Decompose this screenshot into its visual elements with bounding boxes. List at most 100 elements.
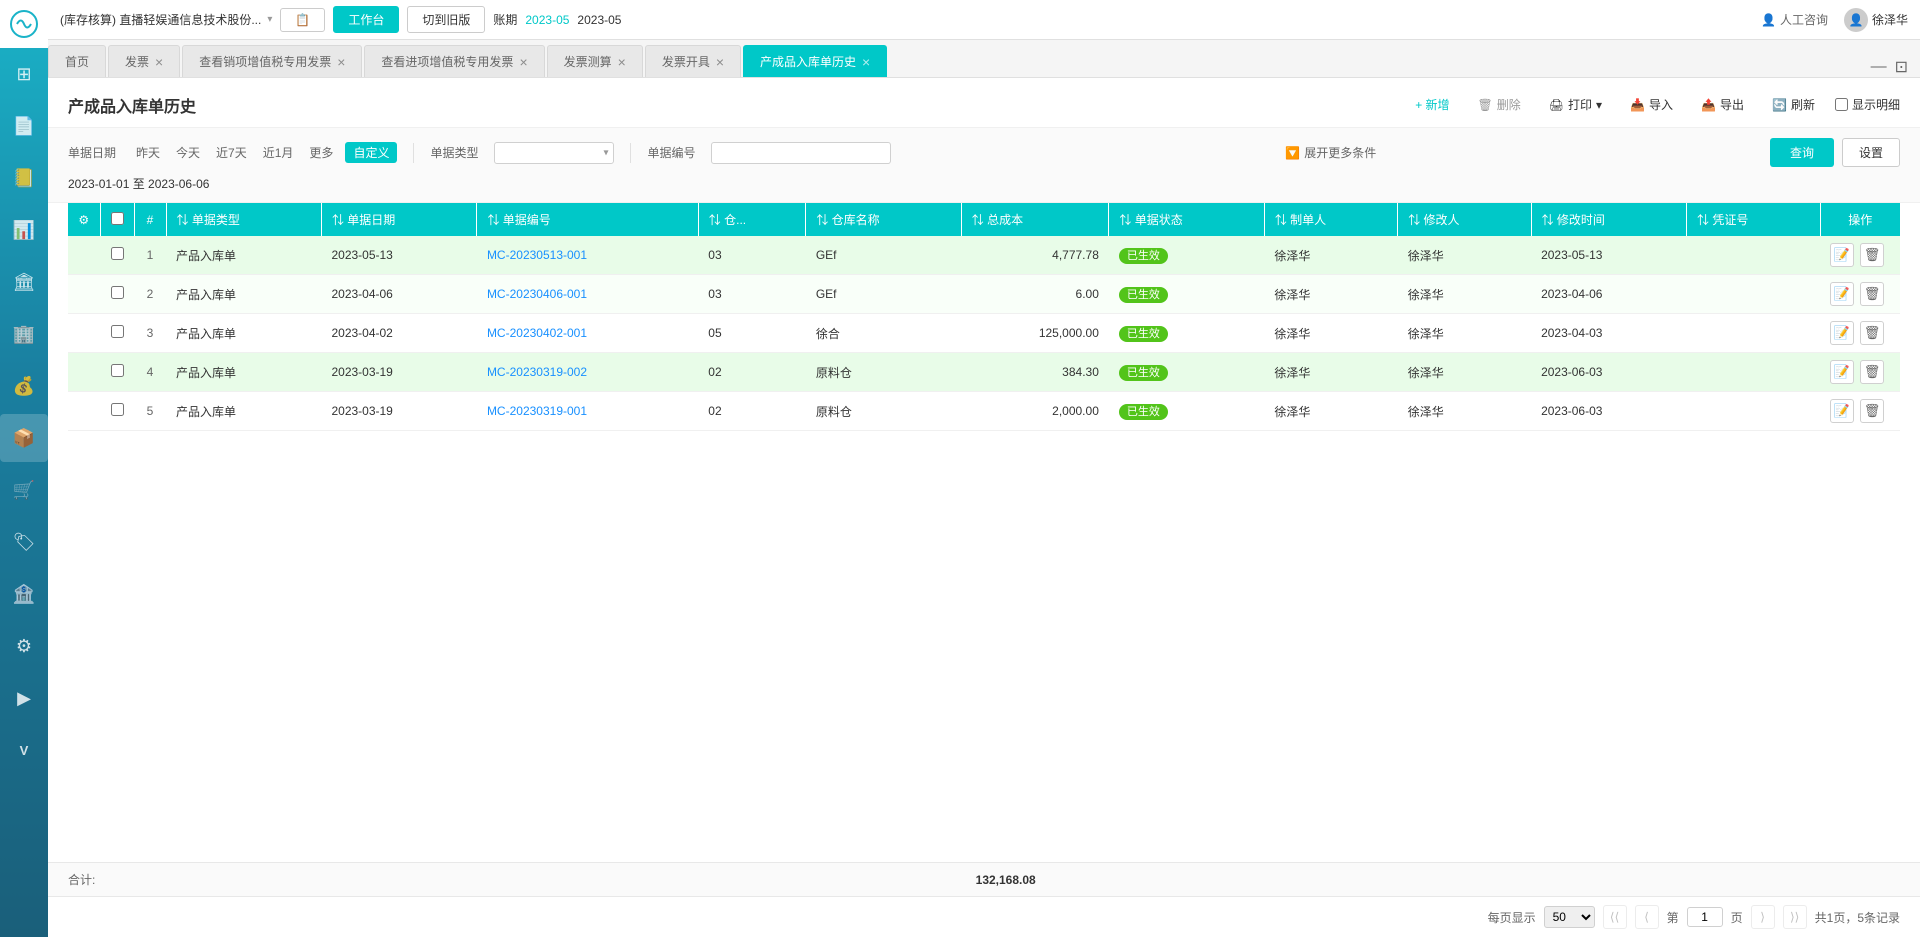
page-number-input[interactable] <box>1687 907 1723 927</box>
tab-calc-close[interactable]: × <box>618 55 626 69</box>
row-num-link-5[interactable]: MC-20230319-001 <box>487 404 587 418</box>
row-num-5[interactable]: MC-20230319-001 <box>477 392 698 431</box>
sidebar-item-chart[interactable]: 📊 <box>0 206 48 254</box>
shortcut-yesterday[interactable]: 昨天 <box>132 142 164 163</box>
tab-open[interactable]: 发票开具 × <box>645 45 741 77</box>
row-delete-btn-2[interactable]: 🗑 <box>1860 282 1884 306</box>
row-delete-btn-3[interactable]: 🗑 <box>1860 321 1884 345</box>
shortcut-1month[interactable]: 近1月 <box>259 142 298 163</box>
window-minimize-btn[interactable]: — <box>1871 58 1887 76</box>
tab-invoice[interactable]: 发票 × <box>108 45 180 77</box>
row-edit-btn-1[interactable]: 📝 <box>1830 243 1854 267</box>
tab-check-sales-close[interactable]: × <box>337 55 345 69</box>
col-voucher[interactable]: ⇅ 凭证号 <box>1687 203 1820 236</box>
row-num-1[interactable]: MC-20230513-001 <box>477 236 698 275</box>
tab-open-close[interactable]: × <box>716 55 724 69</box>
tab-history[interactable]: 产成品入库单历史 × <box>743 45 887 77</box>
col-settings[interactable]: ⚙ <box>68 203 100 236</box>
pager-last-btn[interactable]: ⟩⟩ <box>1783 905 1807 929</box>
pager-prev-btn[interactable]: ⟨ <box>1635 905 1659 929</box>
sidebar-item-home[interactable]: ⊞ <box>0 50 48 98</box>
row-checkbox-cell[interactable] <box>100 353 134 392</box>
sidebar-item-inventory[interactable]: 📦 <box>0 414 48 462</box>
show-details-checkbox[interactable] <box>1835 98 1848 111</box>
workspace-btn[interactable]: 工作台 <box>333 6 399 33</box>
row-num-link-4[interactable]: MC-20230319-002 <box>487 365 587 379</box>
tab-check-purchase[interactable]: 查看进项增值税专用发票 × <box>364 45 544 77</box>
tab-check-purchase-close[interactable]: × <box>519 55 527 69</box>
tab-home[interactable]: 首页 <box>48 45 106 77</box>
switch-btn[interactable]: 切到旧版 <box>407 6 485 33</box>
col-type[interactable]: ⇅ 单据类型 <box>166 203 321 236</box>
row-checkbox-cell[interactable] <box>100 236 134 275</box>
sidebar-item-purchase[interactable]: 🛒 <box>0 466 48 514</box>
sidebar-item-sale[interactable]: 🏷 <box>0 518 48 566</box>
row-delete-btn-1[interactable]: 🗑 <box>1860 243 1884 267</box>
col-date[interactable]: ⇅ 单据日期 <box>321 203 476 236</box>
shortcut-custom[interactable]: 自定义 <box>345 142 397 163</box>
row-edit-btn-2[interactable]: 📝 <box>1830 282 1854 306</box>
shortcut-more[interactable]: 更多 <box>305 142 337 163</box>
page-size-select[interactable]: 50 100 200 <box>1544 906 1595 928</box>
row-edit-btn-3[interactable]: 📝 <box>1830 321 1854 345</box>
sidebar-item-doc[interactable]: 📄 <box>0 102 48 150</box>
row-num-link-3[interactable]: MC-20230402-001 <box>487 326 587 340</box>
col-warehouse-code[interactable]: ⇅ 仓... <box>698 203 806 236</box>
sidebar-item-video[interactable]: ▶ <box>0 674 48 722</box>
export-btn[interactable]: 📤 导出 <box>1693 92 1752 117</box>
shortcut-today[interactable]: 今天 <box>172 142 204 163</box>
row-checkbox-5[interactable] <box>111 403 124 416</box>
row-edit-btn-5[interactable]: 📝 <box>1830 399 1854 423</box>
row-num-link-2[interactable]: MC-20230406-001 <box>487 287 587 301</box>
row-edit-btn-4[interactable]: 📝 <box>1830 360 1854 384</box>
period-value-text[interactable]: 2023-05 <box>577 13 621 27</box>
window-maximize-btn[interactable]: ⊡ <box>1895 57 1908 77</box>
service-btn[interactable]: 👤 人工咨询 <box>1761 11 1828 28</box>
row-delete-btn-5[interactable]: 🗑 <box>1860 399 1884 423</box>
row-num-2[interactable]: MC-20230406-001 <box>477 275 698 314</box>
row-checkbox-3[interactable] <box>111 325 124 338</box>
col-num[interactable]: ⇅ 单据编号 <box>477 203 698 236</box>
col-warehouse-name[interactable]: ⇅ 仓库名称 <box>806 203 961 236</box>
row-num-3[interactable]: MC-20230402-001 <box>477 314 698 353</box>
sidebar-item-assets[interactable]: 🏢 <box>0 310 48 358</box>
sidebar-item-bank[interactable]: 🏦 <box>0 570 48 618</box>
tab-invoice-close[interactable]: × <box>155 55 163 69</box>
sidebar-item-payroll[interactable]: 💰 <box>0 362 48 410</box>
row-num-link-1[interactable]: MC-20230513-001 <box>487 248 587 262</box>
row-checkbox-cell[interactable] <box>100 275 134 314</box>
sidebar-item-version[interactable]: V <box>0 726 48 774</box>
select-all-checkbox[interactable] <box>111 212 124 225</box>
pager-next-btn[interactable]: ⟩ <box>1751 905 1775 929</box>
col-total-cost[interactable]: ⇅ 总成本 <box>961 203 1109 236</box>
tab-history-close[interactable]: × <box>862 55 870 69</box>
sidebar-item-tax[interactable]: 🏛 <box>0 258 48 306</box>
tab-calc[interactable]: 发票测算 × <box>547 45 643 77</box>
shortcut-7days[interactable]: 近7天 <box>212 142 251 163</box>
row-checkbox-4[interactable] <box>111 364 124 377</box>
new-btn[interactable]: + 新增 <box>1407 92 1457 117</box>
col-modifier[interactable]: ⇅ 修改人 <box>1398 203 1531 236</box>
col-status[interactable]: ⇅ 单据状态 <box>1109 203 1264 236</box>
col-checkbox[interactable] <box>100 203 134 236</box>
row-checkbox-cell[interactable] <box>100 314 134 353</box>
set-btn[interactable]: 设置 <box>1842 138 1900 167</box>
sidebar-item-book[interactable]: 📒 <box>0 154 48 202</box>
num-filter-input[interactable] <box>711 142 891 164</box>
user-menu[interactable]: 👤 徐泽华 <box>1844 8 1908 32</box>
query-btn[interactable]: 查询 <box>1770 138 1834 167</box>
col-modify-time[interactable]: ⇅ 修改时间 <box>1531 203 1686 236</box>
sidebar-item-settings[interactable]: ⚙ <box>0 622 48 670</box>
import-btn[interactable]: 📥 导入 <box>1622 92 1681 117</box>
type-select[interactable] <box>494 142 614 164</box>
company-selector[interactable]: (库存核算) 直播轻娱通信息技术股份... ▾ <box>60 11 272 28</box>
delete-btn[interactable]: 🗑 删除 <box>1470 92 1529 117</box>
row-checkbox-1[interactable] <box>111 247 124 260</box>
pager-first-btn[interactable]: ⟨⟨ <box>1603 905 1627 929</box>
expand-filter-btn[interactable]: 🔽 展开更多条件 <box>1285 144 1376 161</box>
row-checkbox-cell[interactable] <box>100 392 134 431</box>
doc-btn[interactable]: 📋 <box>280 8 325 32</box>
print-btn[interactable]: 🖨 打印 ▾ <box>1541 92 1610 117</box>
row-num-4[interactable]: MC-20230319-002 <box>477 353 698 392</box>
row-checkbox-2[interactable] <box>111 286 124 299</box>
